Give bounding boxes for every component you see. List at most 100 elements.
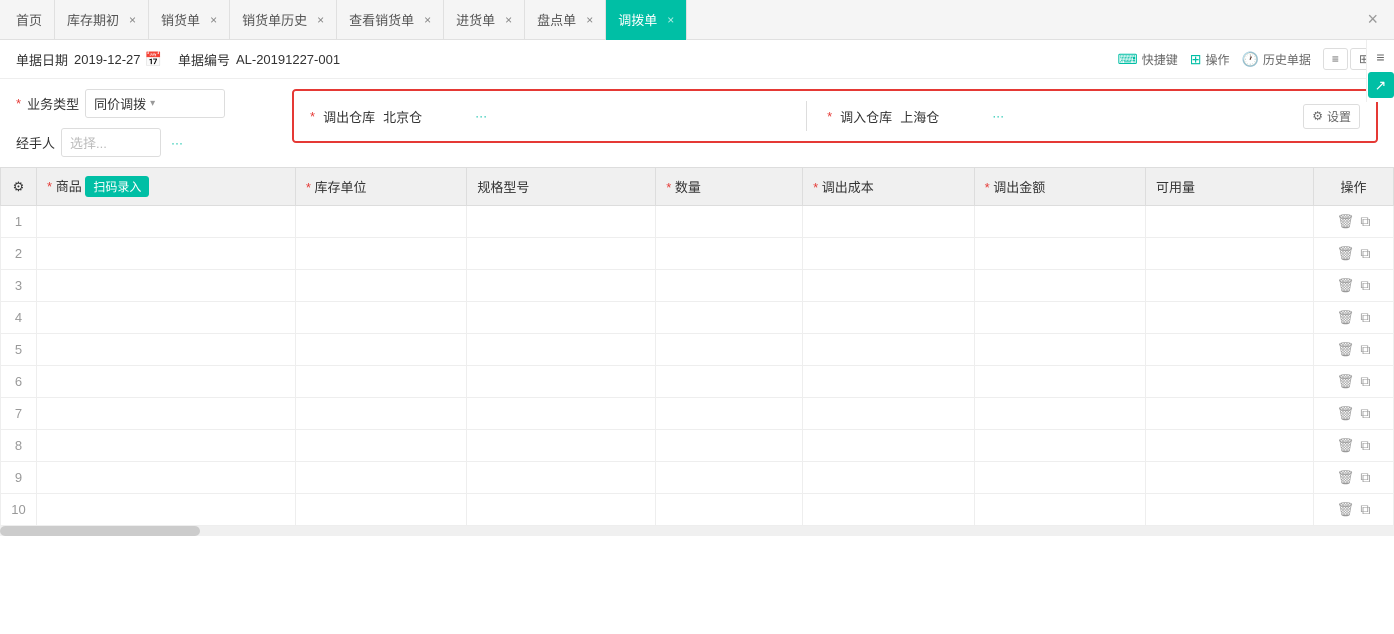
delete-row-7-icon[interactable]: 🗑 [1337, 405, 1355, 422]
copy-row-9-icon[interactable]: ⧉ [1360, 469, 1370, 486]
row-avail-9[interactable] [1146, 462, 1314, 494]
in-warehouse-more-icon[interactable]: ··· [992, 109, 1004, 123]
copy-row-8-icon[interactable]: ⧉ [1360, 437, 1370, 454]
row-cost-8[interactable] [803, 430, 974, 462]
tab-view-sales-close[interactable]: × [424, 13, 431, 27]
copy-row-1-icon[interactable]: ⧉ [1360, 213, 1370, 230]
row-qty-9[interactable] [656, 462, 803, 494]
row-qty-6[interactable] [656, 366, 803, 398]
delete-row-6-icon[interactable]: 🗑 [1337, 373, 1355, 390]
row-product-6[interactable] [37, 366, 296, 398]
history-button[interactable]: 🕐 历史单据 [1241, 51, 1310, 68]
horizontal-scrollbar[interactable] [0, 526, 1394, 536]
delete-row-2-icon[interactable]: 🗑 [1337, 245, 1355, 262]
tab-home[interactable]: 首页 [8, 0, 55, 40]
shortcut-button[interactable]: ⌨ 快捷键 [1117, 51, 1177, 68]
tab-purchase[interactable]: 进货单 × [444, 0, 525, 40]
operation-button[interactable]: ⊞ 操作 [1190, 51, 1230, 68]
copy-row-2-icon[interactable]: ⧉ [1360, 245, 1370, 262]
row-product-4[interactable] [37, 302, 296, 334]
row-unit-10[interactable] [295, 494, 466, 526]
row-amount-9[interactable] [974, 462, 1145, 494]
person-select[interactable]: 选择... [61, 128, 161, 157]
row-cost-3[interactable] [803, 270, 974, 302]
row-avail-2[interactable] [1146, 238, 1314, 270]
row-unit-5[interactable] [295, 334, 466, 366]
tab-purchase-close[interactable]: × [505, 13, 512, 27]
row-avail-7[interactable] [1146, 398, 1314, 430]
delete-row-1-icon[interactable]: 🗑 [1337, 213, 1355, 230]
row-unit-9[interactable] [295, 462, 466, 494]
row-cost-9[interactable] [803, 462, 974, 494]
row-product-2[interactable] [37, 238, 296, 270]
row-product-7[interactable] [37, 398, 296, 430]
row-avail-10[interactable] [1146, 494, 1314, 526]
calendar-icon[interactable]: 📅 [145, 51, 162, 68]
row-qty-2[interactable] [656, 238, 803, 270]
row-avail-4[interactable] [1146, 302, 1314, 334]
row-spec-4[interactable] [467, 302, 656, 334]
row-qty-3[interactable] [656, 270, 803, 302]
tab-transfer[interactable]: 调拨单 × [606, 0, 687, 40]
row-qty-5[interactable] [656, 334, 803, 366]
copy-row-5-icon[interactable]: ⧉ [1360, 341, 1370, 358]
row-unit-8[interactable] [295, 430, 466, 462]
person-more-icon[interactable]: ··· [171, 136, 183, 150]
scan-entry-button[interactable]: 扫码录入 [85, 176, 149, 197]
delete-row-8-icon[interactable]: 🗑 [1337, 437, 1355, 454]
row-amount-2[interactable] [974, 238, 1145, 270]
row-amount-4[interactable] [974, 302, 1145, 334]
row-qty-8[interactable] [656, 430, 803, 462]
row-amount-1[interactable] [974, 206, 1145, 238]
copy-row-3-icon[interactable]: ⧉ [1360, 277, 1370, 294]
row-qty-7[interactable] [656, 398, 803, 430]
row-qty-1[interactable] [656, 206, 803, 238]
row-cost-2[interactable] [803, 238, 974, 270]
row-spec-9[interactable] [467, 462, 656, 494]
row-cost-10[interactable] [803, 494, 974, 526]
row-amount-3[interactable] [974, 270, 1145, 302]
tab-sales-history-close[interactable]: × [317, 13, 324, 27]
row-spec-5[interactable] [467, 334, 656, 366]
row-spec-7[interactable] [467, 398, 656, 430]
delete-row-4-icon[interactable]: 🗑 [1337, 309, 1355, 326]
row-avail-1[interactable] [1146, 206, 1314, 238]
row-product-10[interactable] [37, 494, 296, 526]
delete-row-3-icon[interactable]: 🗑 [1337, 277, 1355, 294]
row-amount-6[interactable] [974, 366, 1145, 398]
window-close-button[interactable]: × [1359, 9, 1386, 30]
row-unit-6[interactable] [295, 366, 466, 398]
row-avail-8[interactable] [1146, 430, 1314, 462]
tab-stock-count[interactable]: 盘点单 × [525, 0, 606, 40]
tab-inventory-init-close[interactable]: × [129, 13, 136, 27]
row-product-5[interactable] [37, 334, 296, 366]
row-cost-6[interactable] [803, 366, 974, 398]
row-spec-2[interactable] [467, 238, 656, 270]
copy-row-7-icon[interactable]: ⧉ [1360, 405, 1370, 422]
row-product-3[interactable] [37, 270, 296, 302]
row-qty-10[interactable] [656, 494, 803, 526]
row-amount-5[interactable] [974, 334, 1145, 366]
row-cost-5[interactable] [803, 334, 974, 366]
scroll-thumb[interactable] [0, 526, 200, 536]
row-product-8[interactable] [37, 430, 296, 462]
row-cost-7[interactable] [803, 398, 974, 430]
row-product-1[interactable] [37, 206, 296, 238]
row-spec-10[interactable] [467, 494, 656, 526]
row-spec-6[interactable] [467, 366, 656, 398]
row-avail-5[interactable] [1146, 334, 1314, 366]
tab-view-sales[interactable]: 查看销货单 × [337, 0, 444, 40]
copy-row-4-icon[interactable]: ⧉ [1360, 309, 1370, 326]
row-amount-7[interactable] [974, 398, 1145, 430]
row-amount-10[interactable] [974, 494, 1145, 526]
row-cost-1[interactable] [803, 206, 974, 238]
row-spec-3[interactable] [467, 270, 656, 302]
row-unit-3[interactable] [295, 270, 466, 302]
row-spec-8[interactable] [467, 430, 656, 462]
tab-sales-order[interactable]: 销货单 × [149, 0, 230, 40]
delete-row-10-icon[interactable]: 🗑 [1337, 501, 1355, 518]
list-view-button[interactable]: ≡ [1323, 48, 1348, 70]
business-type-select[interactable]: 同价调拨 ▾ [85, 89, 225, 118]
out-warehouse-more-icon[interactable]: ··· [475, 109, 487, 123]
copy-row-6-icon[interactable]: ⧉ [1360, 373, 1370, 390]
